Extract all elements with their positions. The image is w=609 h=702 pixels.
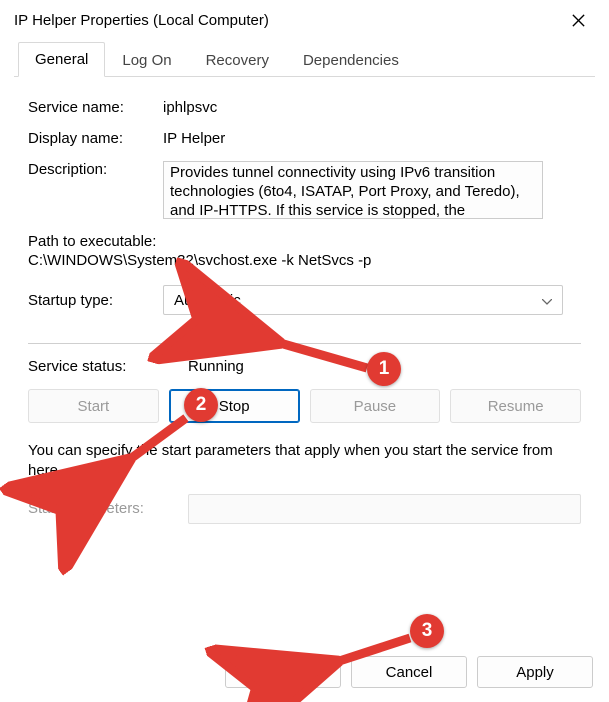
value-path: C:\WINDOWS\System32\svchost.exe -k NetSv… xyxy=(28,252,581,269)
start-parameters-input xyxy=(188,494,581,524)
label-startup-type: Startup type: xyxy=(28,292,163,309)
tab-dependencies[interactable]: Dependencies xyxy=(286,43,416,77)
row-description: Description: Provides tunnel connectivit… xyxy=(28,161,581,219)
row-display-name: Display name: IP Helper xyxy=(28,130,581,147)
chevron-down-icon xyxy=(542,292,552,309)
row-start-parameters: Start parameters: xyxy=(28,494,581,524)
start-parameters-note: You can specify the start parameters tha… xyxy=(28,441,581,482)
path-block: Path to executable: C:\WINDOWS\System32\… xyxy=(28,233,581,269)
titlebar: IP Helper Properties (Local Computer) xyxy=(0,0,609,42)
row-startup-type: Startup type: Automatic xyxy=(28,285,581,315)
value-service-status: Running xyxy=(188,358,581,375)
tab-recovery[interactable]: Recovery xyxy=(189,43,286,77)
cancel-button[interactable]: Cancel xyxy=(351,656,467,688)
tabstrip: General Log On Recovery Dependencies xyxy=(0,42,609,77)
startup-type-select[interactable]: Automatic xyxy=(163,285,563,315)
ok-button[interactable]: OK xyxy=(225,656,341,688)
close-button[interactable] xyxy=(557,6,599,34)
dialog-buttons: OK Cancel Apply xyxy=(225,656,593,688)
row-service-status: Service status: Running xyxy=(28,358,581,375)
tabbody-general: Service name: iphlpsvc Display name: IP … xyxy=(0,77,609,536)
startup-type-value: Automatic xyxy=(174,292,241,309)
label-start-parameters: Start parameters: xyxy=(28,500,188,517)
label-service-name: Service name: xyxy=(28,99,163,116)
pause-button: Pause xyxy=(310,389,441,423)
label-display-name: Display name: xyxy=(28,130,163,147)
row-service-name: Service name: iphlpsvc xyxy=(28,99,581,116)
apply-button[interactable]: Apply xyxy=(477,656,593,688)
tab-log-on[interactable]: Log On xyxy=(105,43,188,77)
annotation-badge-3: 3 xyxy=(410,614,444,648)
separator xyxy=(28,343,581,344)
label-path: Path to executable: xyxy=(28,233,581,250)
value-display-name: IP Helper xyxy=(163,130,581,147)
service-control-buttons: Start Stop Pause Resume xyxy=(28,389,581,423)
stop-button[interactable]: Stop xyxy=(169,389,300,423)
window-title: IP Helper Properties (Local Computer) xyxy=(14,12,269,29)
tab-general[interactable]: General xyxy=(18,42,105,77)
label-description: Description: xyxy=(28,161,163,219)
description-textbox[interactable]: Provides tunnel connectivity using IPv6 … xyxy=(163,161,543,219)
label-service-status: Service status: xyxy=(28,358,188,375)
close-icon xyxy=(571,13,586,28)
resume-button: Resume xyxy=(450,389,581,423)
value-service-name: iphlpsvc xyxy=(163,99,581,116)
start-button: Start xyxy=(28,389,159,423)
